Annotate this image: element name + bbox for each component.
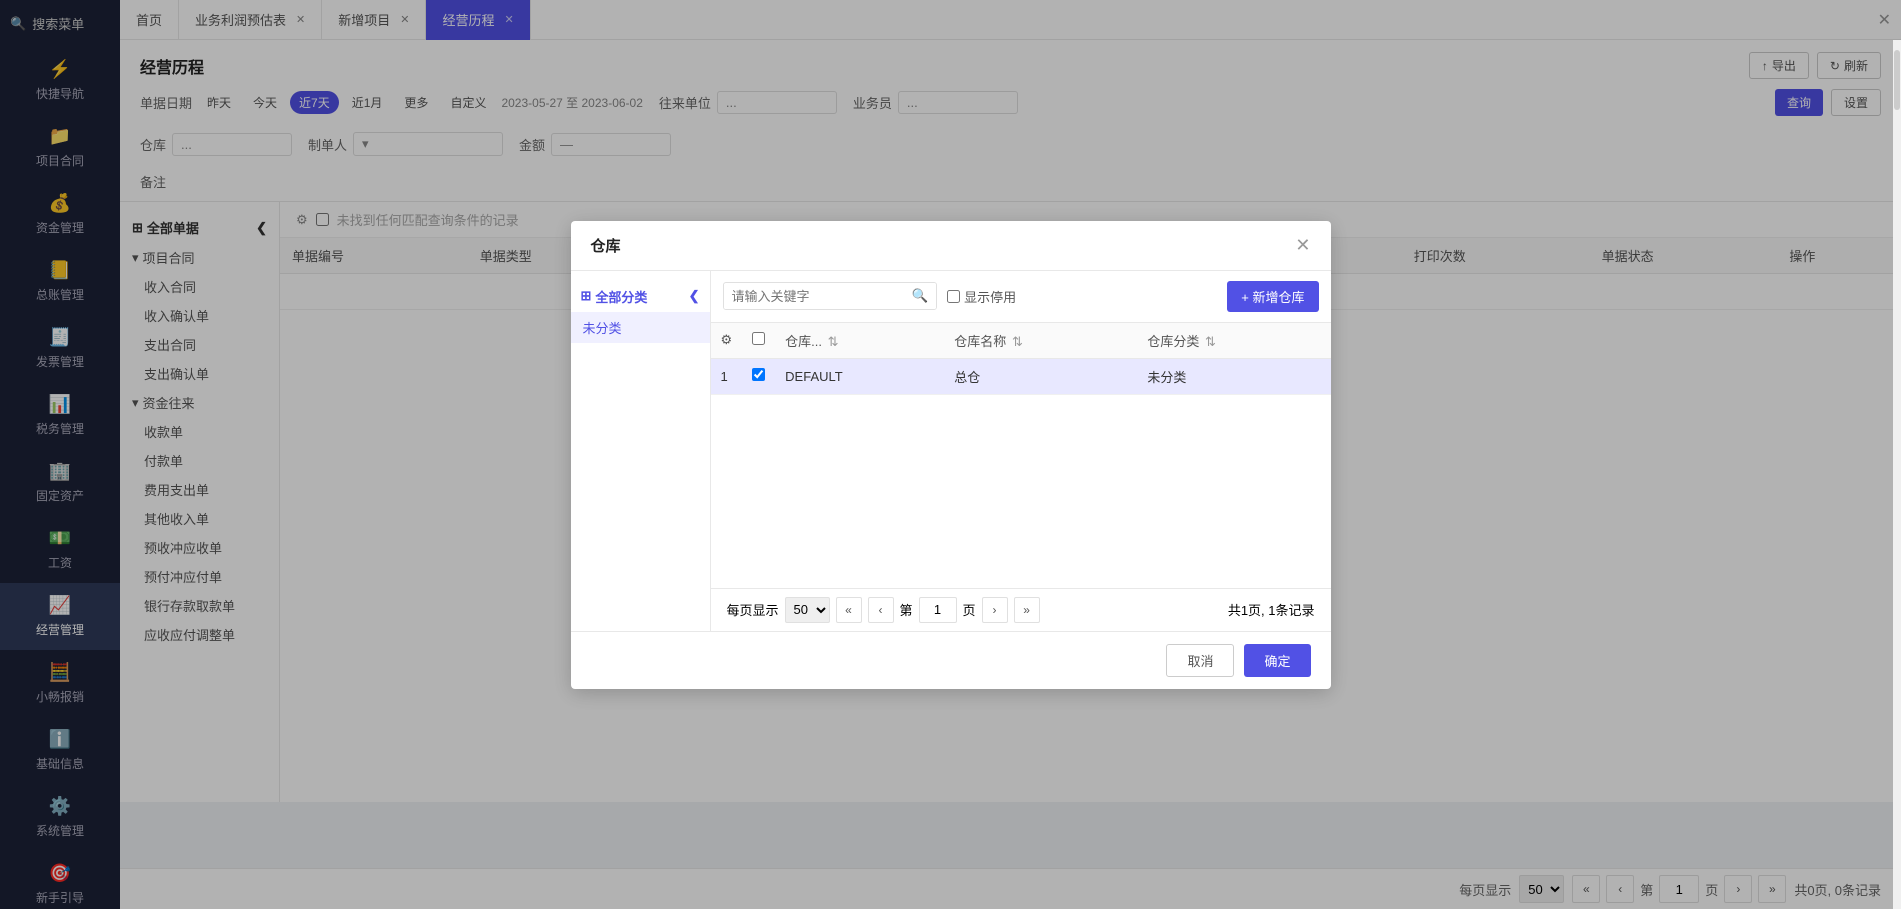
modal-grid-icon: ⊞ (581, 288, 592, 304)
modal-header: 仓库 ✕ (571, 221, 1331, 271)
modal-page-first[interactable]: « (836, 597, 862, 623)
warehouse-modal: 仓库 ✕ ⊞ 全部分类 ❮ 未分类 (571, 221, 1331, 689)
sort-icon-category: ⇅ (1205, 334, 1216, 349)
modal-search-box: 🔍 (723, 282, 938, 310)
modal-close-icon[interactable]: ✕ (1295, 235, 1310, 256)
modal-all-category-label[interactable]: 全部分类 (595, 287, 647, 306)
modal-sidebar: ⊞ 全部分类 ❮ 未分类 (571, 271, 711, 631)
modal-page-prev[interactable]: ‹ (868, 597, 894, 623)
modal-page-label: 页 (963, 600, 976, 619)
modal-row-checkbox[interactable] (752, 368, 765, 381)
th-modal-name: 仓库名称 ⇅ (944, 323, 1137, 359)
show-disabled-text: 显示停用 (964, 287, 1016, 306)
modal-pagination: 每页显示 50 « ‹ 第 页 › » (727, 597, 1040, 623)
modal-title: 仓库 (591, 235, 621, 256)
col-name-label: 仓库名称 (954, 334, 1006, 349)
modal-content: 🔍 显示停用 + 新增仓库 ⚙ (711, 271, 1331, 631)
modal-page-size-label: 每页显示 (727, 600, 779, 619)
th-modal-code: 仓库... ⇅ (775, 323, 944, 359)
col-code-label: 仓库... (785, 334, 822, 349)
modal-search-btn[interactable]: 🔍 (904, 283, 937, 309)
modal-row-check[interactable] (742, 358, 775, 394)
modal-show-disabled-checkbox[interactable] (947, 290, 960, 303)
modal-cancel-btn[interactable]: 取消 (1166, 644, 1234, 677)
modal-row-category: 未分类 (1137, 358, 1330, 394)
col-category-label: 仓库分类 (1147, 334, 1199, 349)
modal-row-index: 1 (711, 358, 743, 394)
th-modal-check (742, 323, 775, 359)
modal-search-input[interactable] (724, 284, 904, 309)
modal-overlay: 仓库 ✕ ⊞ 全部分类 ❮ 未分类 (0, 0, 1901, 909)
modal-uncategorized-item[interactable]: 未分类 (571, 312, 710, 343)
modal-add-btn[interactable]: + 新增仓库 (1227, 281, 1318, 312)
modal-body: ⊞ 全部分类 ❮ 未分类 🔍 (571, 271, 1331, 631)
th-modal-gear: ⚙ (711, 323, 743, 359)
modal-show-disabled-label[interactable]: 显示停用 (947, 287, 1016, 306)
modal-actions: 取消 确定 (571, 631, 1331, 689)
modal-confirm-btn[interactable]: 确定 (1244, 644, 1310, 677)
th-modal-category: 仓库分类 ⇅ (1137, 323, 1330, 359)
modal-sidebar-collapse-icon[interactable]: ❮ (689, 288, 700, 304)
modal-table: ⚙ 仓库... ⇅ 仓库名称 ⇅ (711, 323, 1331, 395)
modal-total-label: 共1页, 1条记录 (1228, 600, 1315, 619)
modal-footer-bar: 每页显示 50 « ‹ 第 页 › » 共1页, 1条记录 (711, 588, 1331, 631)
modal-page-label-pre: 第 (900, 600, 913, 619)
modal-page-input[interactable] (919, 597, 957, 623)
modal-select-all[interactable] (752, 332, 765, 345)
modal-page-next[interactable]: › (982, 597, 1008, 623)
modal-table-row[interactable]: 1 DEFAULT 总仓 未分类 (711, 358, 1331, 394)
modal-toolbar: 🔍 显示停用 + 新增仓库 (711, 271, 1331, 323)
modal-table-container: ⚙ 仓库... ⇅ 仓库名称 ⇅ (711, 323, 1331, 588)
modal-sidebar-header: ⊞ 全部分类 ❮ (571, 281, 710, 312)
sort-icon-code: ⇅ (828, 334, 839, 349)
modal-row-code: DEFAULT (775, 358, 944, 394)
sort-icon-name: ⇅ (1012, 334, 1023, 349)
modal-table-header: ⚙ 仓库... ⇅ 仓库名称 ⇅ (711, 323, 1331, 359)
modal-page-last[interactable]: » (1014, 597, 1040, 623)
modal-row-name: 总仓 (944, 358, 1137, 394)
modal-page-size-select[interactable]: 50 (785, 597, 830, 623)
